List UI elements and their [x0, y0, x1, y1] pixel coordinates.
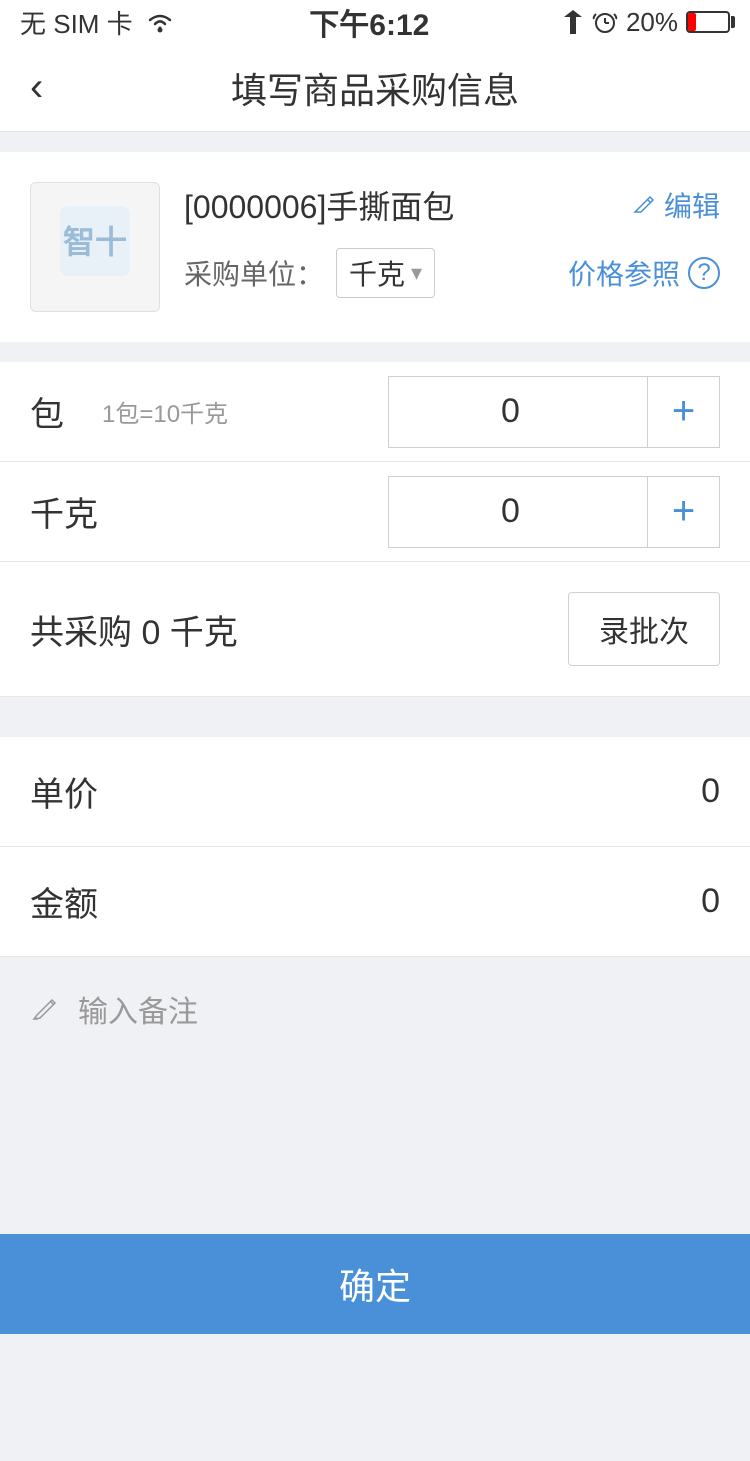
confirm-button[interactable]: 确定	[0, 1234, 750, 1334]
product-unit-row: 采购单位： 千克 ▾ 价格参照 ?	[184, 248, 720, 298]
amount-label: 金额	[30, 877, 98, 926]
section-divider-2	[0, 697, 750, 717]
batch-button[interactable]: 录批次	[568, 592, 720, 666]
price-ref-label: 价格参照	[568, 253, 680, 293]
section-divider-1	[0, 342, 750, 362]
summary-row: 共采购 0 千克 录批次	[0, 562, 750, 697]
battery-percent: 20%	[626, 7, 678, 38]
edit-label: 编辑	[664, 185, 720, 225]
status-left: 无 SIM 卡	[20, 4, 177, 41]
unit-dropdown-arrow: ▾	[411, 260, 422, 286]
back-button[interactable]: ‹	[30, 65, 90, 110]
edit-icon	[632, 192, 658, 218]
product-info: [0000006]手撕面包 编辑 采购单位： 千克 ▾	[184, 182, 720, 298]
unit-price-value: 0	[701, 772, 720, 811]
package-row: 包 1包=10千克 +	[0, 362, 750, 462]
nav-bar: ‹ 填写商品采购信息	[0, 44, 750, 132]
notes-placeholder[interactable]: 输入备注	[78, 987, 198, 1031]
package-input[interactable]	[388, 376, 648, 448]
package-plus-button[interactable]: +	[648, 376, 720, 448]
package-input-wrap: +	[388, 376, 720, 448]
pencil-icon	[30, 993, 62, 1025]
unit-value: 千克	[349, 253, 405, 293]
notes-section[interactable]: 输入备注	[0, 957, 750, 1061]
kilogram-input-wrap: +	[388, 476, 720, 548]
kilogram-label: 千克	[30, 487, 98, 536]
kilogram-plus-button[interactable]: +	[648, 476, 720, 548]
page-title: 填写商品采购信息	[231, 62, 519, 114]
unit-price-row: 单价 0	[0, 737, 750, 847]
input-section: 包 1包=10千克 + 千克 + 共采购 0 千克 录批次	[0, 362, 750, 697]
status-time: 下午6:12	[309, 0, 429, 44]
location-icon	[562, 9, 584, 35]
status-right: 20%	[562, 7, 730, 38]
product-title-row: [0000006]手撕面包 编辑	[184, 182, 720, 228]
kilogram-row: 千克 +	[0, 462, 750, 562]
svg-text:智十: 智十	[63, 224, 127, 260]
product-image: 智十	[30, 182, 160, 312]
product-name: [0000006]手撕面包	[184, 182, 454, 228]
battery-icon	[686, 11, 730, 33]
amount-value: 0	[701, 882, 720, 921]
package-sublabel: 1包=10千克	[102, 394, 388, 429]
price-ref-button[interactable]: 价格参照 ?	[568, 253, 720, 293]
alarm-icon	[592, 9, 618, 35]
edit-button[interactable]: 编辑	[632, 185, 720, 225]
summary-text: 共采购 0 千克	[30, 605, 238, 654]
unit-price-label: 单价	[30, 767, 98, 816]
kilogram-input[interactable]	[388, 476, 648, 548]
product-card: 智十 [0000006]手撕面包 编辑 采购单位： 千	[0, 152, 750, 342]
product-logo: 智十	[55, 201, 135, 293]
carrier-text: 无 SIM 卡	[20, 4, 133, 41]
unit-select[interactable]: 千克 ▾	[336, 248, 435, 298]
wifi-icon	[143, 10, 177, 34]
unit-label: 采购单位：	[184, 253, 324, 293]
price-ref-help-icon: ?	[688, 257, 720, 289]
status-bar: 无 SIM 卡 下午6:12 20%	[0, 0, 750, 44]
package-label: 包	[30, 387, 90, 436]
amount-row: 金额 0	[0, 847, 750, 957]
price-section: 单价 0 金额 0	[0, 737, 750, 957]
